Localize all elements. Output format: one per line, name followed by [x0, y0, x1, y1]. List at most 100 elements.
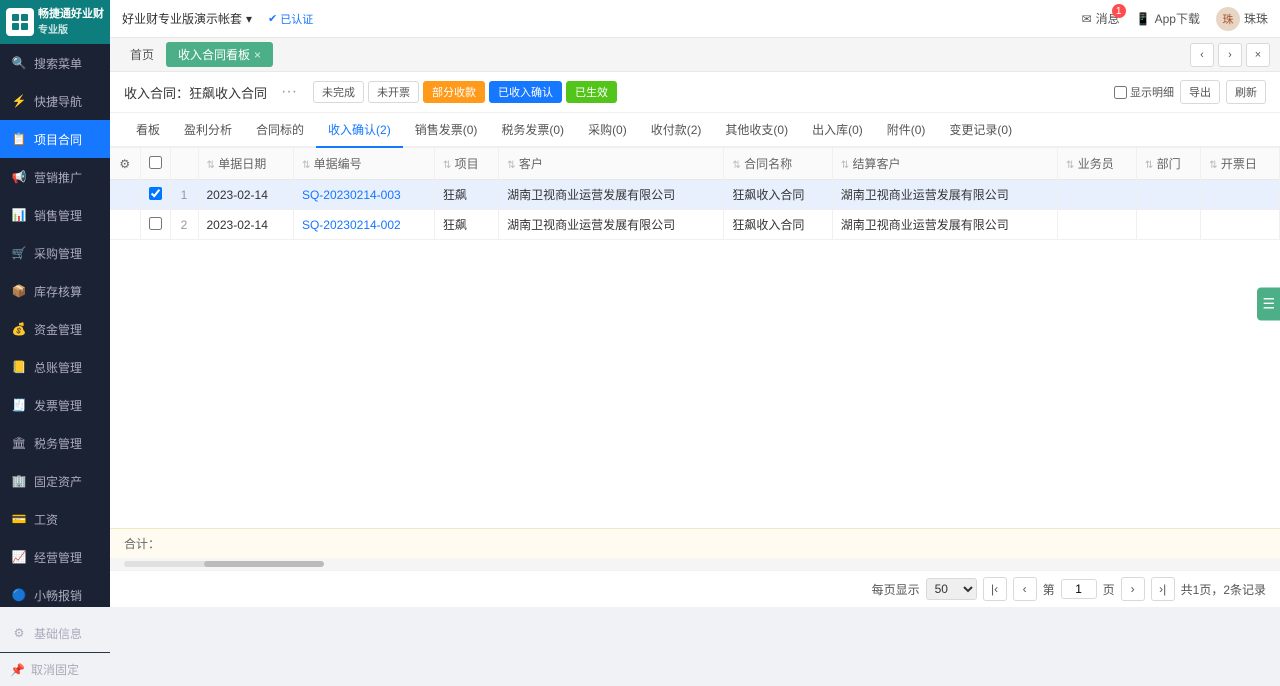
export-button[interactable]: 导出 — [1180, 80, 1220, 104]
nav-icon-6: 📦 — [10, 282, 28, 300]
sub-tab-5[interactable]: 税务发票(0) — [489, 113, 576, 148]
sub-tab-0[interactable]: 看板 — [124, 113, 172, 148]
status-btn-3[interactable]: 已收入确认 — [489, 81, 562, 103]
nav-icon-8: 📒 — [10, 358, 28, 376]
sidebar-item-项目合同[interactable]: 📋项目合同 — [0, 120, 110, 158]
row-checkbox-1[interactable] — [149, 217, 162, 230]
pagination: 每页显示 50 100 200 |‹ ‹ 第 1 页 › ›| 共1页，2条记录 — [110, 570, 1280, 607]
table-row[interactable]: 2 2023-02-14 SQ-20230214-002 狂飙 湖南卫视商业运营… — [110, 210, 1280, 240]
sidebar-item-税务管理[interactable]: 🏛税务管理 — [0, 424, 110, 462]
sidebar-item-销售管理[interactable]: 📊销售管理 — [0, 196, 110, 234]
nav-icon-7: 💰 — [10, 320, 28, 338]
sidebar-item-总账管理[interactable]: 📒总账管理 — [0, 348, 110, 386]
close-tab-button[interactable]: × — [254, 48, 261, 62]
nav-icon-5: 🛒 — [10, 244, 28, 262]
tab-prev-button[interactable]: ‹ — [1190, 43, 1214, 67]
row-docno-1[interactable]: SQ-20230214-002 — [293, 210, 434, 240]
message-button[interactable]: ✉ 消息 1 — [1082, 10, 1120, 27]
tab-next-button[interactable]: › — [1218, 43, 1242, 67]
sidebar-item-小畅报销[interactable]: 🔵小畅报销 — [0, 576, 110, 614]
sidebar-item-采购管理[interactable]: 🛒采购管理 — [0, 234, 110, 272]
docno-link-1[interactable]: SQ-20230214-002 — [302, 218, 401, 232]
refresh-button[interactable]: 刷新 — [1226, 80, 1266, 104]
sub-tab-1[interactable]: 盈利分析 — [172, 113, 244, 148]
more-options-button[interactable]: ··· — [281, 83, 297, 101]
docno-link-0[interactable]: SQ-20230214-003 — [302, 188, 401, 202]
select-all-checkbox[interactable] — [149, 156, 162, 169]
sidebar-item-营销推广[interactable]: 📢营销推广 — [0, 158, 110, 196]
show-detail-input[interactable] — [1114, 86, 1127, 99]
sidebar-item-快捷导航[interactable]: ⚡快捷导航 — [0, 82, 110, 120]
tab-close-button[interactable]: × — [1246, 43, 1270, 67]
page-prefix-label: 第 — [1043, 581, 1055, 598]
row-open-date-0 — [1201, 180, 1280, 210]
sub-tab-4[interactable]: 销售发票(0) — [403, 113, 490, 148]
row-settings-1[interactable] — [110, 210, 140, 240]
sidebar-item-发票管理[interactable]: 🧾发票管理 — [0, 386, 110, 424]
row-num-1: 2 — [170, 210, 198, 240]
open-date-column-header: ⇅ 开票日 — [1201, 148, 1280, 180]
home-tab[interactable]: 首页 — [120, 42, 164, 67]
topbar: 好业财专业版演示帐套 ▾ ✔ 已认证 ✉ 消息 1 📱 App下载 珠 珠珠 — [110, 0, 1280, 38]
sub-tab-3[interactable]: 收入确认(2) — [316, 113, 403, 148]
row-docno-0[interactable]: SQ-20230214-003 — [293, 180, 434, 210]
sidebar-item-经营管理[interactable]: 📈经营管理 — [0, 538, 110, 576]
sub-tab-9[interactable]: 出入库(0) — [800, 113, 875, 148]
sidebar-item-基础信息[interactable]: ⚙基础信息 — [0, 614, 110, 652]
nav-icon-10: 🏛 — [10, 434, 28, 452]
horizontal-scrollbar[interactable] — [110, 558, 1280, 570]
settings-column-header[interactable]: ⚙ — [110, 148, 140, 180]
sidebar-item-工资[interactable]: 💳工资 — [0, 500, 110, 538]
last-page-button[interactable]: ›| — [1151, 577, 1175, 601]
sidebar-bottom: 📌 取消固定 — [0, 652, 110, 686]
sub-tab-7[interactable]: 收付款(2) — [639, 113, 714, 148]
row-open-date-1 — [1201, 210, 1280, 240]
sidebar-item-固定资产[interactable]: 🏢固定资产 — [0, 462, 110, 500]
status-btn-0[interactable]: 未完成 — [313, 81, 364, 103]
row-checkbox-0[interactable] — [149, 187, 162, 200]
side-action-panel[interactable]: ☰ — [1257, 287, 1280, 320]
show-detail-checkbox[interactable]: 显示明细 — [1114, 84, 1174, 100]
status-btn-1[interactable]: 未开票 — [368, 81, 419, 103]
status-btn-2[interactable]: 部分收款 — [423, 81, 485, 103]
first-page-button[interactable]: |‹ — [983, 577, 1007, 601]
user-menu[interactable]: 珠 珠珠 — [1216, 7, 1268, 31]
row-settings-0[interactable] — [110, 180, 140, 210]
page-suffix-label: 页 — [1103, 581, 1115, 598]
sub-tab-8[interactable]: 其他收支(0) — [713, 113, 800, 148]
message-icon: ✉ — [1082, 12, 1092, 26]
logo-icon — [6, 8, 34, 36]
row-check-0[interactable] — [140, 180, 170, 210]
sidebar-item-搜索菜单[interactable]: 🔍搜索菜单 — [0, 44, 110, 82]
sidebar-item-unpin[interactable]: 📌 取消固定 — [0, 653, 110, 686]
app-download-button[interactable]: 📱 App下载 — [1136, 10, 1200, 27]
sub-tab-10[interactable]: 附件(0) — [875, 113, 938, 148]
scrollbar-thumb[interactable] — [204, 561, 324, 567]
row-date-1: 2023-02-14 — [198, 210, 293, 240]
company-selector[interactable]: 好业财专业版演示帐套 ▾ — [122, 10, 252, 27]
sidebar-item-资金管理[interactable]: 💰资金管理 — [0, 310, 110, 348]
page-actions: 显示明细 导出 刷新 — [1114, 80, 1266, 104]
prev-page-button[interactable]: ‹ — [1013, 577, 1037, 601]
sub-tab-6[interactable]: 采购(0) — [576, 113, 639, 148]
table-row[interactable]: 1 2023-02-14 SQ-20230214-003 狂飙 湖南卫视商业运营… — [110, 180, 1280, 210]
row-check-1[interactable] — [140, 210, 170, 240]
nav-icon-11: 🏢 — [10, 472, 28, 490]
app-title: 畅捷通好业财 专业版 — [38, 8, 104, 36]
nav-icon-15: ⚙ — [10, 624, 28, 642]
next-page-button[interactable]: › — [1121, 577, 1145, 601]
sub-tab-11[interactable]: 变更记录(0) — [937, 113, 1024, 148]
status-btn-4[interactable]: 已生效 — [566, 81, 617, 103]
row-dept-1 — [1136, 210, 1200, 240]
sub-tab-2[interactable]: 合同标的 — [244, 113, 316, 148]
page-number-input[interactable]: 1 — [1061, 579, 1097, 599]
nav-icon-4: 📊 — [10, 206, 28, 224]
row-customer-0: 湖南卫视商业运营发展有限公司 — [499, 180, 724, 210]
table-container[interactable]: ⚙ ⇅ 单据日期 ⇅ 单据编号 ⇅ 项目 ⇅ 客户 ⇅ 合同名称 ⇅ 结算客户 … — [110, 148, 1280, 528]
row-num-0: 1 — [170, 180, 198, 210]
side-panel-icon[interactable]: ☰ — [1262, 295, 1275, 312]
page-size-select[interactable]: 50 100 200 — [926, 578, 977, 600]
main-content: 好业财专业版演示帐套 ▾ ✔ 已认证 ✉ 消息 1 📱 App下载 珠 珠珠 首… — [110, 0, 1280, 607]
active-tab[interactable]: 收入合同看板 × — [166, 42, 273, 67]
sidebar-item-库存核算[interactable]: 📦库存核算 — [0, 272, 110, 310]
